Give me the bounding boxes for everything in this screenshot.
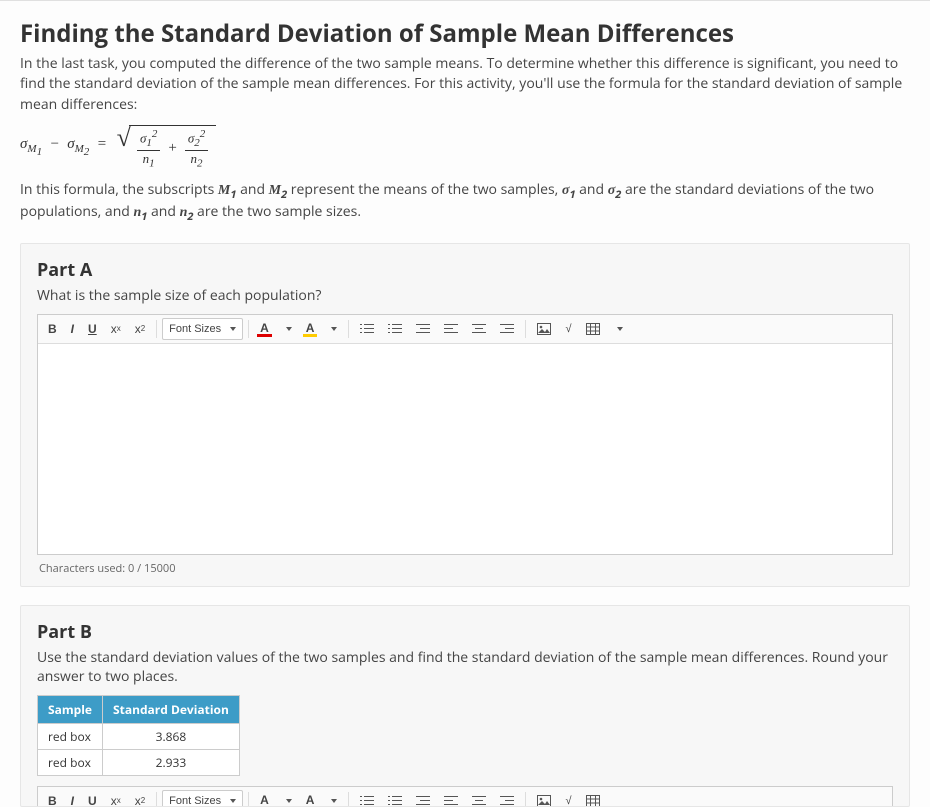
number-list-button[interactable] <box>382 790 408 806</box>
part-b-prompt: Use the standard deviation values of the… <box>37 648 893 687</box>
italic-button[interactable]: I <box>65 318 80 340</box>
image-icon[interactable] <box>531 790 557 806</box>
equation-icon[interactable]: √ <box>559 790 577 806</box>
number-list-button[interactable] <box>382 318 408 340</box>
text-color-button[interactable]: A <box>254 318 275 340</box>
formula: σM1 − σM2 = √ σ12 n1 + σ22 n2 <box>20 125 910 170</box>
align-center-button[interactable] <box>466 790 492 806</box>
part-b-box: Part B Use the standard deviation values… <box>20 605 910 807</box>
editor-textarea[interactable] <box>38 344 892 554</box>
part-a-prompt: What is the sample size of each populati… <box>37 286 893 306</box>
bold-button[interactable]: B <box>42 790 63 806</box>
align-left-button[interactable] <box>438 790 464 806</box>
table-row: red box 2.933 <box>38 749 240 775</box>
table-icon[interactable] <box>580 790 606 806</box>
superscript-button[interactable]: xx <box>105 318 127 340</box>
text-color-button[interactable]: A <box>254 790 275 806</box>
bg-color-caret[interactable] <box>322 318 343 340</box>
part-a-box: Part A What is the sample size of each p… <box>20 243 910 587</box>
italic-button[interactable]: I <box>65 790 80 806</box>
image-icon[interactable] <box>531 318 557 340</box>
part-a-title: Part A <box>37 258 893 282</box>
page-title: Finding the Standard Deviation of Sample… <box>20 17 910 50</box>
underline-button[interactable]: U <box>82 790 103 806</box>
align-right-button[interactable] <box>494 318 520 340</box>
editor-toolbar: B I U xx x2 Font Sizes A A √ <box>38 315 892 344</box>
rich-text-editor: B I U xx x2 Font Sizes A A √ <box>37 314 893 555</box>
part-b-editor-cut: B I U xx x2 Font Sizes A A √ <box>37 786 893 806</box>
subscript-button[interactable]: x2 <box>129 790 151 806</box>
bullet-list-button[interactable] <box>354 790 380 806</box>
align-left-button[interactable] <box>438 318 464 340</box>
indent-button[interactable] <box>410 318 436 340</box>
table-caret[interactable] <box>608 318 629 340</box>
chevron-down-icon <box>230 327 236 331</box>
superscript-button[interactable]: xx <box>105 790 127 806</box>
th-sd: Standard Deviation <box>103 695 240 723</box>
th-sample: Sample <box>38 695 103 723</box>
text-color-caret[interactable] <box>277 318 298 340</box>
bg-color-button[interactable]: A <box>300 318 321 340</box>
underline-button[interactable]: U <box>82 318 103 340</box>
table-icon[interactable] <box>580 318 606 340</box>
table-row: red box 3.868 <box>38 723 240 749</box>
formula-explain: In this formula, the subscripts M1 and M… <box>20 180 910 225</box>
part-b-title: Part B <box>37 620 893 644</box>
sd-table: Sample Standard Deviation red box 3.868 … <box>37 695 240 776</box>
bg-color-button[interactable]: A <box>300 790 321 806</box>
indent-button[interactable] <box>410 790 436 806</box>
align-right-button[interactable] <box>494 790 520 806</box>
font-size-select[interactable]: Font Sizes <box>162 790 243 806</box>
align-center-button[interactable] <box>466 318 492 340</box>
bold-button[interactable]: B <box>42 318 63 340</box>
intro-paragraph: In the last task, you computed the diffe… <box>20 54 910 115</box>
char-count-label: Characters used: 0 / 15000 <box>39 561 891 576</box>
equation-icon[interactable]: √ <box>559 318 577 340</box>
subscript-button[interactable]: x2 <box>129 318 151 340</box>
font-size-select[interactable]: Font Sizes <box>162 318 243 340</box>
bullet-list-button[interactable] <box>354 318 380 340</box>
